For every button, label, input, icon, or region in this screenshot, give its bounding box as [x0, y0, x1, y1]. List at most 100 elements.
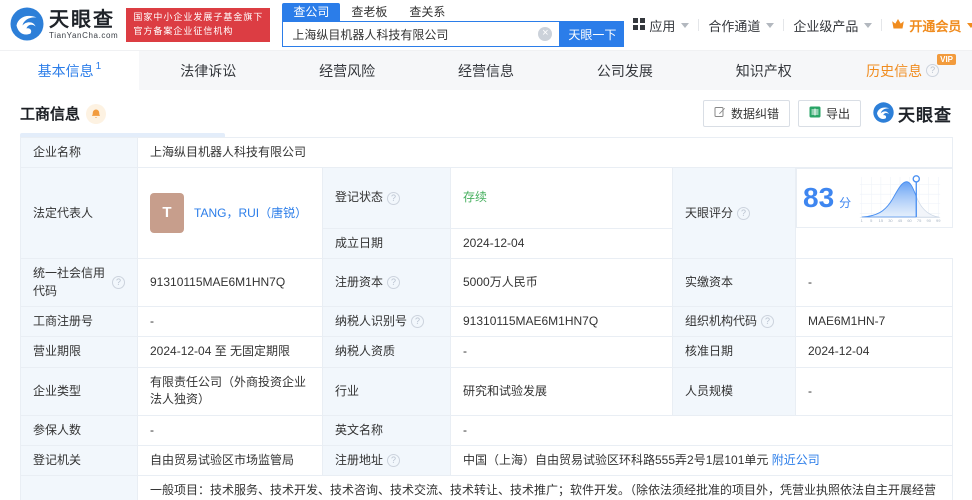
tianyan-score-cell[interactable]: 83 分: [796, 168, 953, 228]
field-label: 企业类型: [21, 367, 138, 415]
english-name-value: -: [451, 415, 953, 445]
business-term-value: 2024-12-04 至 无固定期限: [138, 337, 323, 367]
establish-date-value: 2024-12-04: [451, 228, 673, 258]
top-menu: 应用 合作通道 企业级产品 开通会员 肖青羽: [624, 16, 972, 35]
tianyancha-logo-icon: [873, 102, 894, 126]
table-row: 企业名称 上海纵目机器人科技有限公司: [21, 138, 953, 168]
chevron-down-icon: [681, 23, 689, 28]
tianyancha-logo[interactable]: 天眼查 TianYanCha.com: [10, 7, 118, 44]
reg-status-value: 存续: [451, 168, 673, 229]
help-icon[interactable]: [926, 64, 939, 77]
legal-rep-cell: T TANG，RUI（唐锐）: [138, 168, 323, 259]
help-icon[interactable]: [387, 192, 400, 205]
taxpayer-quality-value: -: [451, 337, 673, 367]
svg-text:30: 30: [888, 218, 893, 223]
help-icon[interactable]: [737, 207, 750, 220]
field-label: 实缴资本: [673, 259, 796, 307]
svg-text:5: 5: [870, 218, 873, 223]
export-button[interactable]: 导出: [798, 100, 861, 127]
credit-code-value: 91310115MAE6M1HN7Q: [138, 259, 323, 307]
score-value: 83: [803, 184, 834, 212]
field-label: 企业名称: [21, 138, 138, 168]
field-label: 登记状态: [323, 168, 451, 229]
reg-capital-value: 5000万人民币: [451, 259, 673, 307]
table-row: 营业期限 2024-12-04 至 无固定期限 纳税人资质 - 核准日期 202…: [21, 337, 953, 367]
field-label: 法定代表人: [21, 168, 138, 259]
svg-text:1: 1: [861, 218, 864, 223]
section-header: 工商信息 数据纠错 导出 天眼查: [0, 90, 972, 133]
menu-item-apps[interactable]: 应用: [624, 16, 698, 35]
tab-operation-info[interactable]: 经营信息: [417, 51, 556, 90]
industry-value: 研究和试验发展: [451, 367, 673, 415]
section-title: 工商信息: [20, 103, 80, 124]
svg-text:90: 90: [927, 218, 932, 223]
tab-intellectual-property[interactable]: 知识产权: [694, 51, 833, 90]
search-tab-relation[interactable]: 查关系: [398, 3, 456, 21]
top-header: 天眼查 TianYanCha.com 国家中小企业发展子基金旗下 官方备案企业征…: [0, 0, 972, 50]
field-label: 登记机关: [21, 446, 138, 476]
svg-text:60: 60: [908, 218, 913, 223]
reg-address-cell: 中国（上海）自由贸易试验区环科路555弄2号1层101单元 附近公司: [451, 446, 953, 476]
search-tab-company[interactable]: 查公司: [282, 3, 340, 21]
company-type-value: 有限责任公司（外商投资企业法人独资）: [138, 367, 323, 415]
svg-text:75: 75: [917, 218, 922, 223]
tab-operation-risk[interactable]: 经营风险: [278, 51, 417, 90]
svg-text:99: 99: [936, 218, 941, 223]
help-icon[interactable]: [387, 276, 400, 289]
business-scope-value: 一般项目：技术服务、技术开发、技术咨询、技术交流、技术转让、技术推广；软件开发。…: [138, 476, 953, 500]
help-icon[interactable]: [387, 454, 400, 467]
table-row: 登记机关 自由贸易试验区市场监管局 注册地址 中国（上海）自由贸易试验区环科路5…: [21, 446, 953, 476]
data-correction-button[interactable]: 数据纠错: [703, 100, 790, 127]
paid-capital-value: -: [796, 259, 953, 307]
tab-basic-info[interactable]: 基本信息1: [0, 51, 139, 90]
nearby-companies-link[interactable]: 附近公司: [772, 453, 820, 467]
svg-text:45: 45: [898, 218, 903, 223]
tab-history-info[interactable]: VIP 历史信息: [833, 51, 972, 90]
search-input[interactable]: [282, 21, 560, 47]
field-label: 成立日期: [323, 228, 451, 258]
search-button[interactable]: 天眼一下: [560, 21, 624, 47]
table-row: 企业类型 有限责任公司（外商投资企业法人独资） 行业 研究和试验发展 人员规模 …: [21, 367, 953, 415]
table-row: 法定代表人 T TANG，RUI（唐锐） 登记状态 存续 天眼评分 83 分: [21, 168, 953, 229]
clear-icon[interactable]: [538, 27, 552, 41]
help-icon[interactable]: [112, 276, 125, 289]
brand-domain: TianYanCha.com: [49, 32, 118, 40]
search-tab-boss[interactable]: 查老板: [340, 3, 398, 21]
table-row: 参保人数 - 英文名称 -: [21, 415, 953, 445]
table-row: 统一社会信用代码 91310115MAE6M1HN7Q 注册资本 5000万人民…: [21, 259, 953, 307]
help-icon[interactable]: [761, 315, 774, 328]
field-label: 纳税人识别号: [323, 307, 451, 337]
reg-authority-value: 自由贸易试验区市场监管局: [138, 446, 323, 476]
approval-date-value: 2024-12-04: [796, 337, 953, 367]
tab-company-development[interactable]: 公司发展: [555, 51, 694, 90]
table-row: 经营范围 一般项目：技术服务、技术开发、技术咨询、技术交流、技术转让、技术推广；…: [21, 476, 953, 500]
menu-item-enterprise-product[interactable]: 企业级产品: [784, 16, 881, 35]
taxpayer-id-value: 91310115MAE6M1HN7Q: [451, 307, 673, 337]
help-icon[interactable]: [411, 315, 424, 328]
subscribe-bell-icon[interactable]: [86, 104, 106, 124]
section-watermark-logo: 天眼查: [873, 101, 952, 126]
score-marker-pin: [913, 176, 919, 182]
tab-count-badge: 1: [96, 62, 102, 72]
org-code-value: MAE6M1HN-7: [796, 307, 953, 337]
legal-rep-link[interactable]: TANG，RUI（唐锐）: [194, 205, 307, 222]
field-label: 营业期限: [21, 337, 138, 367]
crown-icon: [891, 18, 905, 33]
field-label: 人员规模: [673, 367, 796, 415]
field-label: 统一社会信用代码: [21, 259, 138, 307]
insured-count-value: -: [138, 415, 323, 445]
field-label: 注册资本: [323, 259, 451, 307]
field-label: 工商注册号: [21, 307, 138, 337]
tianyancha-logo-icon: [10, 7, 44, 44]
field-label: 英文名称: [323, 415, 451, 445]
legal-rep-avatar[interactable]: T: [150, 193, 184, 233]
company-name-value: 上海纵目机器人科技有限公司: [138, 138, 953, 168]
company-nav-tabs: 基本信息1 法律诉讼 经营风险 经营信息 公司发展 知识产权 VIP 历史信息: [0, 50, 972, 90]
tab-legal-proceedings[interactable]: 法律诉讼: [139, 51, 278, 90]
search-tabs: 查公司 查老板 查关系: [282, 3, 624, 21]
field-label: 经营范围: [21, 476, 138, 500]
menu-item-vip[interactable]: 开通会员: [882, 16, 972, 35]
svg-text:15: 15: [879, 218, 884, 223]
menu-item-channel[interactable]: 合作通道: [699, 16, 783, 35]
score-distribution-chart: 1 5 15 30 45 60 75 90 99: [856, 173, 944, 223]
